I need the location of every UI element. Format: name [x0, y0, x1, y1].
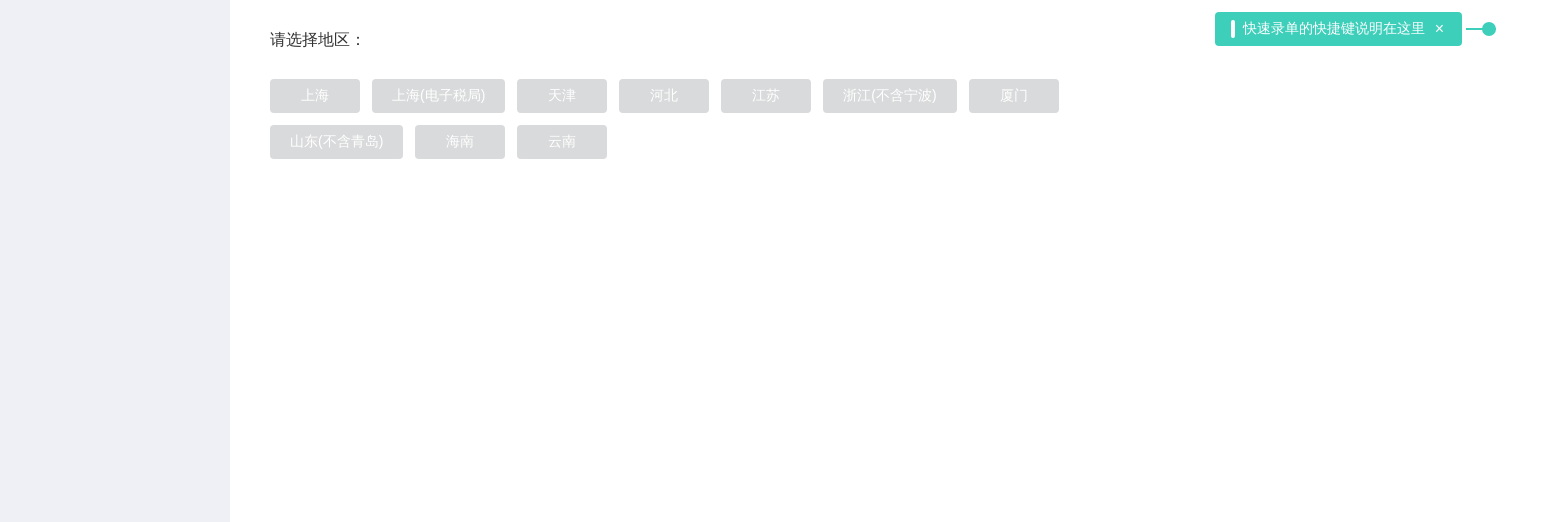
region-button-hebei[interactable]: 河北: [619, 79, 709, 113]
region-button-shandong[interactable]: 山东(不含青岛): [270, 125, 403, 159]
sidebar: [0, 0, 230, 522]
region-button-zhejiang[interactable]: 浙江(不含宁波): [823, 79, 956, 113]
region-button-yunnan[interactable]: 云南: [517, 125, 607, 159]
region-button-shanghai[interactable]: 上海: [270, 79, 360, 113]
tooltip-close-button[interactable]: ×: [1433, 21, 1446, 37]
main-content: 请选择地区： 上海上海(电子税局)天津河北江苏浙江(不含宁波)厦门 山东(不含青…: [230, 0, 1562, 522]
tooltip-text: 快速录单的快捷键说明在这里: [1243, 20, 1425, 38]
region-button-tianjin[interactable]: 天津: [517, 79, 607, 113]
region-button-xiamen[interactable]: 厦门: [969, 79, 1059, 113]
region-row-2: 山东(不含青岛) 海南云南: [270, 125, 1522, 159]
region-button-hainan[interactable]: 海南: [415, 125, 505, 159]
tooltip-bar: [1231, 20, 1235, 38]
tooltip-connector-dot: [1482, 22, 1496, 36]
region-button-jiangsu[interactable]: 江苏: [721, 79, 811, 113]
region-row-1: 上海上海(电子税局) 天津河北江苏浙江(不含宁波) 厦门: [270, 79, 1522, 113]
region-button-shanghai-etax[interactable]: 上海(电子税局): [372, 79, 505, 113]
tooltip-banner: 快速录单的快捷键说明在这里 ×: [1215, 12, 1462, 46]
